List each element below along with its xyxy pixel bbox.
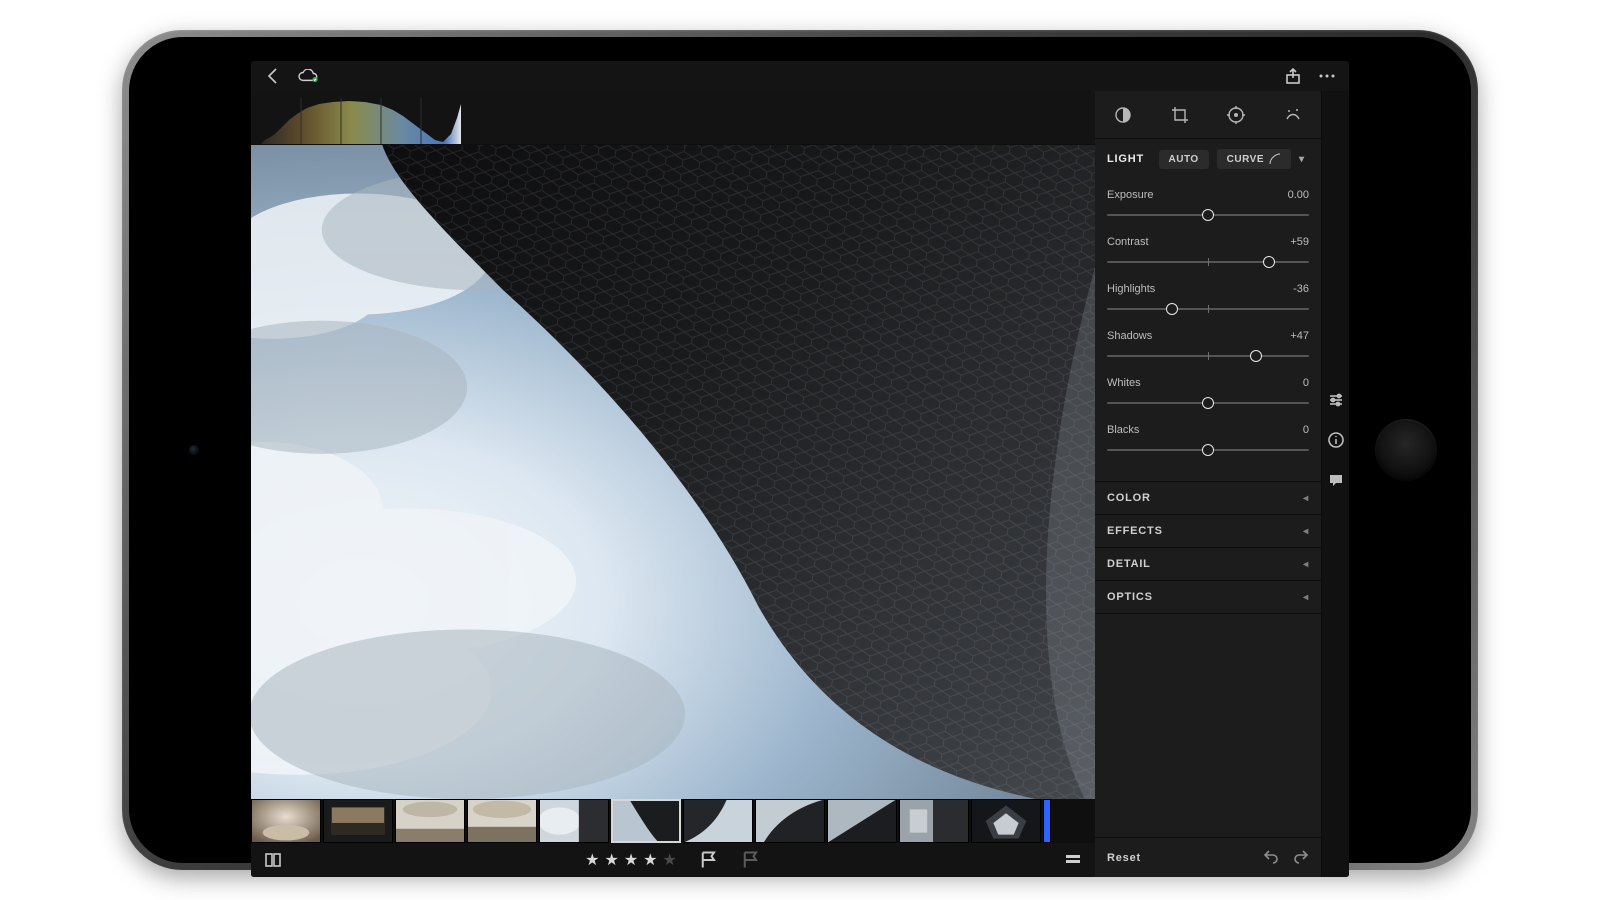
undo-button[interactable] [1263,848,1279,867]
slider-value: 0 [1303,424,1309,436]
filmstrip-thumb[interactable] [827,799,897,843]
filmstrip-thumb[interactable] [683,799,753,843]
slider-label: Highlights [1107,283,1155,295]
section-detail[interactable]: DETAIL ◂ [1095,548,1321,581]
star-2[interactable]: ★ [604,850,618,870]
front-camera [189,445,199,455]
section-label: DETAIL [1107,558,1151,570]
section-color[interactable]: COLOR ◂ [1095,482,1321,515]
star-5[interactable]: ★ [663,850,677,870]
slider-value: +47 [1290,330,1309,342]
filmstrip-thumb[interactable] [611,799,681,843]
slider-knob[interactable] [1202,444,1214,456]
main-area: ★★★★★ [251,91,1349,877]
canvas-area: ★★★★★ [251,91,1095,877]
bottom-bar: ★★★★★ [251,843,1095,877]
reset-button[interactable]: Reset [1107,852,1141,864]
slider-value: 0.00 [1288,189,1309,201]
redo-button[interactable] [1293,848,1309,867]
back-button[interactable] [263,66,283,86]
share-button[interactable] [1283,66,1303,86]
slider-shadows[interactable]: Shadows +47 [1107,330,1309,363]
filmstrip[interactable] [251,799,1095,843]
right-rail [1321,91,1349,877]
info-rail-button[interactable] [1327,431,1345,449]
slider-value: +59 [1290,236,1309,248]
section-label: OPTICS [1107,591,1153,603]
chevron-left-icon: ◂ [1303,559,1309,570]
edit-tool-icon[interactable] [1111,103,1135,127]
tool-row [1095,91,1321,139]
comments-rail-button[interactable] [1327,471,1345,489]
slider-knob[interactable] [1263,256,1275,268]
slider-whites[interactable]: Whites 0 [1107,377,1309,410]
star-4[interactable]: ★ [643,850,657,870]
top-bar [251,61,1349,91]
filmstrip-thumb[interactable] [395,799,465,843]
chevron-left-icon: ◂ [1303,592,1309,603]
compare-button[interactable] [263,850,283,870]
edit-panel: LIGHT AUTO CURVE ▾ Exposure 0.00 Contrast +… [1095,91,1349,877]
heal-tool-icon[interactable] [1281,103,1305,127]
slider-exposure[interactable]: Exposure 0.00 [1107,189,1309,222]
curve-button[interactable]: CURVE [1217,149,1291,169]
slider-knob[interactable] [1202,397,1214,409]
section-label: EFFECTS [1107,525,1163,537]
chevron-left-icon: ◂ [1303,526,1309,537]
filmstrip-thumb[interactable] [899,799,969,843]
slider-label: Whites [1107,377,1141,389]
app-screen: ★★★★★ [251,61,1349,877]
presets-tool-icon[interactable] [1224,103,1248,127]
slider-knob[interactable] [1202,209,1214,221]
filmstrip-thumb[interactable] [539,799,609,843]
crop-tool-icon[interactable] [1168,103,1192,127]
slider-knob[interactable] [1250,350,1262,362]
filmstrip-end-marker [1043,799,1051,843]
star-rating[interactable]: ★★★★★ [585,850,677,870]
section-label: COLOR [1107,492,1151,504]
star-1[interactable]: ★ [585,850,599,870]
slider-value: 0 [1303,377,1309,389]
more-button[interactable] [1317,66,1337,86]
curve-icon [1269,153,1281,165]
filmstrip-thumb[interactable] [971,799,1041,843]
auto-button[interactable]: AUTO [1159,150,1209,169]
filmstrip-thumb[interactable] [323,799,393,843]
tablet-bezel: ★★★★★ [129,37,1471,863]
photo-viewport[interactable] [251,145,1095,799]
light-title: LIGHT [1107,153,1144,165]
slider-label: Blacks [1107,424,1139,436]
slider-label: Shadows [1107,330,1152,342]
light-sliders: Exposure 0.00 Contrast +59 Highlights -36 Shad… [1095,179,1321,482]
chevron-left-icon: ◂ [1303,493,1309,504]
cloud-sync-icon[interactable] [297,69,319,83]
light-section-header[interactable]: LIGHT AUTO CURVE ▾ [1095,139,1321,179]
slider-label: Contrast [1107,236,1149,248]
adjust-rail-button[interactable] [1327,391,1345,409]
slider-value: -36 [1293,283,1309,295]
home-button[interactable] [1375,419,1437,481]
curve-label: CURVE [1227,154,1264,165]
star-3[interactable]: ★ [624,850,638,870]
flag-pick-button[interactable] [699,850,719,870]
filmstrip-thumb[interactable] [251,799,321,843]
section-effects[interactable]: EFFECTS ◂ [1095,515,1321,548]
filmstrip-thumb[interactable] [755,799,825,843]
photo-image [251,145,1095,799]
section-optics[interactable]: OPTICS ◂ [1095,581,1321,614]
slider-knob[interactable] [1166,303,1178,315]
tablet-device: ★★★★★ [122,30,1478,870]
slider-label: Exposure [1107,189,1153,201]
light-collapse-caret[interactable]: ▾ [1299,154,1309,165]
filmstrip-thumb[interactable] [467,799,537,843]
histogram[interactable] [251,91,1095,145]
slider-contrast[interactable]: Contrast +59 [1107,236,1309,269]
slider-highlights[interactable]: Highlights -36 [1107,283,1309,316]
flag-reject-button[interactable] [741,850,761,870]
slider-blacks[interactable]: Blacks 0 [1107,424,1309,457]
sort-button[interactable] [1063,850,1083,870]
